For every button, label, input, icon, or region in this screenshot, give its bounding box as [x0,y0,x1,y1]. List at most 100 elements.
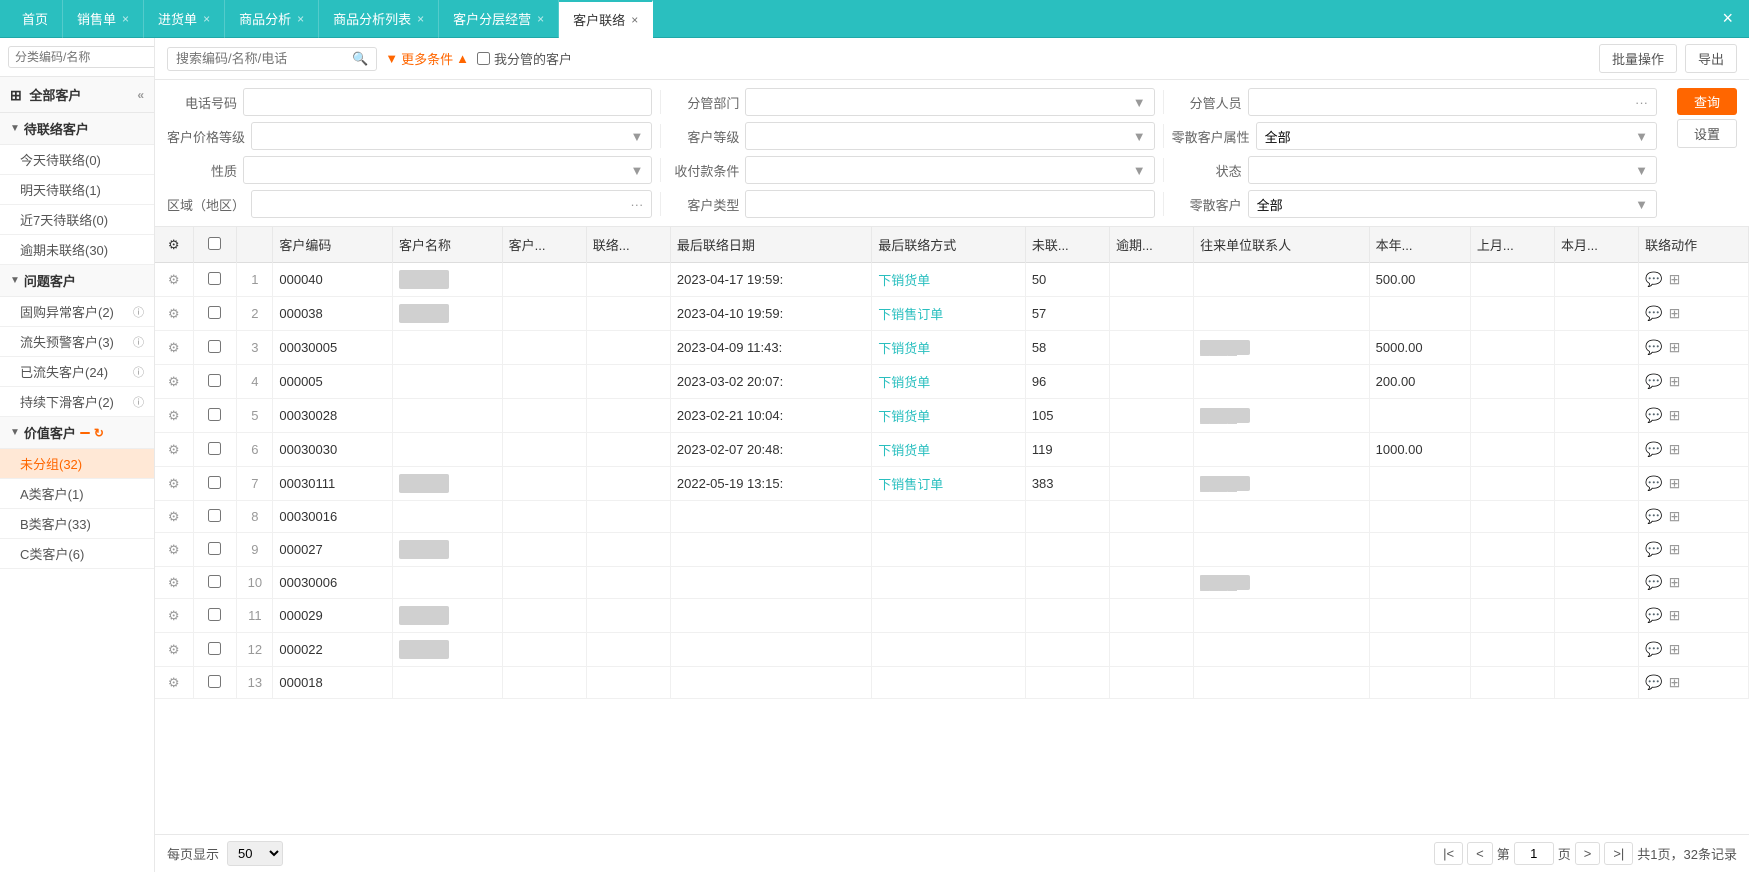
row-check[interactable] [193,467,237,501]
tab-customer-contact[interactable]: 客户联络 × [559,0,653,38]
tab-bar-close-all[interactable]: × [1714,8,1741,29]
contact-icon[interactable]: 💬 [1645,607,1662,624]
more-conditions-btn[interactable]: ▼ 更多条件 ▲ [385,49,469,68]
tab-product-analysis-list-close[interactable]: × [417,12,424,26]
row-gear[interactable]: ⚙ [155,399,193,433]
row-gear[interactable]: ⚙ [155,599,193,633]
refresh-icon[interactable]: ↻ [94,426,104,440]
row-gear[interactable]: ⚙ [155,263,193,297]
sidebar-item-abnormal[interactable]: 固购异常客户(2) ⓘ [0,297,154,327]
row-gear[interactable]: ⚙ [155,467,193,501]
row-check[interactable] [193,263,237,297]
export-btn[interactable]: 导出 [1685,44,1737,73]
row-gear[interactable]: ⚙ [155,365,193,399]
sidebar-item-class-c[interactable]: C类客户(6) [0,539,154,569]
page-number-input[interactable] [1514,842,1554,865]
tab-home[interactable]: 首页 [8,0,63,38]
tab-product-analysis-list[interactable]: 商品分析列表 × [319,0,439,38]
retail-attr-dropdown[interactable]: 全部 ▼ [1256,122,1657,150]
tab-purchase[interactable]: 进货单 × [144,0,225,38]
retail-customer-dropdown[interactable]: 全部 ▼ [1248,190,1657,218]
contact-icon[interactable]: 💬 [1645,541,1662,558]
sidebar-item-tomorrow[interactable]: 明天待联络(1) [0,175,154,205]
first-page-btn[interactable]: |< [1434,842,1463,865]
phone-input[interactable] [243,88,652,116]
contact-icon[interactable]: 💬 [1645,407,1662,424]
row-gear[interactable]: ⚙ [155,667,193,699]
col-check-all[interactable] [193,227,237,263]
more-action-icon[interactable]: ⊞ [1669,541,1681,558]
col-action[interactable]: 联络动作 [1639,227,1749,263]
tab-purchase-close[interactable]: × [203,12,210,26]
prev-page-btn[interactable]: < [1467,842,1493,865]
check-all-input[interactable] [208,237,221,250]
nature-dropdown[interactable]: ▼ [243,156,652,184]
more-action-icon[interactable]: ⊞ [1669,674,1681,691]
sidebar-group-pending[interactable]: ▼ 待联络客户 [0,113,154,145]
more-action-icon[interactable]: ⊞ [1669,574,1681,591]
contact-icon[interactable]: 💬 [1645,641,1662,658]
batch-operation-btn[interactable]: 批量操作 [1599,44,1677,73]
tab-customer-contact-close[interactable]: × [631,13,638,27]
query-button[interactable]: 查询 [1677,88,1737,115]
row-check[interactable] [193,599,237,633]
col-last-date[interactable]: 最后联络日期 [670,227,871,263]
sidebar-item-today[interactable]: 今天待联络(0) [0,145,154,175]
contact-icon[interactable]: 💬 [1645,305,1662,322]
col-overdue[interactable]: 逾期... [1109,227,1193,263]
row-gear[interactable]: ⚙ [155,567,193,599]
sidebar-search-input[interactable] [8,46,155,68]
row-check[interactable] [193,365,237,399]
col-contact[interactable]: 联络... [586,227,670,263]
contact-icon[interactable]: 💬 [1645,674,1662,691]
sidebar-all-customers[interactable]: ⊞ 全部客户 « [0,77,154,113]
tab-product-analysis[interactable]: 商品分析 × [225,0,319,38]
col-type[interactable]: 客户... [502,227,586,263]
sidebar-item-lost[interactable]: 已流失客户(24) ⓘ [0,357,154,387]
col-partner[interactable]: 往来单位联系人 [1194,227,1370,263]
region-dropdown[interactable]: ··· [251,190,652,218]
row-check[interactable] [193,399,237,433]
contact-icon[interactable]: 💬 [1645,574,1662,591]
col-this-year[interactable]: 本年... [1369,227,1470,263]
contact-icon[interactable]: 💬 [1645,373,1662,390]
customer-level-dropdown[interactable]: ▼ [745,122,1154,150]
contact-icon[interactable]: 💬 [1645,441,1662,458]
row-gear[interactable]: ⚙ [155,331,193,365]
row-check[interactable] [193,501,237,533]
row-gear[interactable]: ⚙ [155,501,193,533]
row-check[interactable] [193,533,237,567]
sidebar-item-near7[interactable]: 近7天待联络(0) [0,205,154,235]
sidebar-item-continuous-drop[interactable]: 持续下滑客户(2) ⓘ [0,387,154,417]
more-action-icon[interactable]: ⊞ [1669,508,1681,525]
next-page-btn[interactable]: > [1575,842,1601,865]
payment-dropdown[interactable]: ▼ [745,156,1154,184]
row-gear[interactable]: ⚙ [155,433,193,467]
customer-type-dropdown[interactable] [745,190,1154,218]
row-check[interactable] [193,667,237,699]
sidebar-group-value[interactable]: ▼ 价值客户 ↻ [0,417,154,449]
row-check[interactable] [193,567,237,599]
row-check[interactable] [193,331,237,365]
more-action-icon[interactable]: ⊞ [1669,441,1681,458]
row-gear[interactable]: ⚙ [155,533,193,567]
sidebar-item-overdue[interactable]: 逾期未联络(30) [0,235,154,265]
row-check[interactable] [193,297,237,331]
col-this-month[interactable]: 本月... [1555,227,1639,263]
price-level-dropdown[interactable]: ▼ [251,122,652,150]
sidebar-collapse-btn[interactable]: « [137,88,144,102]
more-action-icon[interactable]: ⊞ [1669,607,1681,624]
more-action-icon[interactable]: ⊞ [1669,407,1681,424]
more-action-icon[interactable]: ⊞ [1669,339,1681,356]
col-code[interactable]: 客户编码 [273,227,393,263]
tab-customer-segment[interactable]: 客户分层经营 × [439,0,559,38]
sidebar-item-unclassified[interactable]: 未分组(32) [0,449,154,479]
more-action-icon[interactable]: ⊞ [1669,305,1681,322]
col-name[interactable]: 客户名称 [392,227,502,263]
row-gear[interactable]: ⚙ [155,633,193,667]
row-check[interactable] [193,433,237,467]
sidebar-item-churn-risk[interactable]: 流失预警客户(3) ⓘ [0,327,154,357]
last-page-btn[interactable]: >| [1604,842,1633,865]
my-customers-check[interactable] [477,52,490,65]
more-action-icon[interactable]: ⊞ [1669,475,1681,492]
